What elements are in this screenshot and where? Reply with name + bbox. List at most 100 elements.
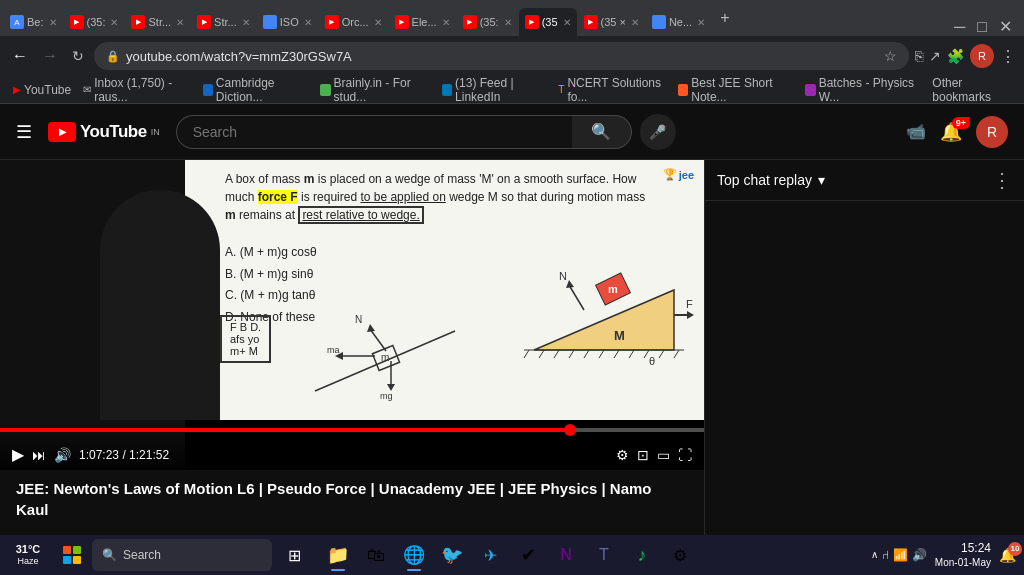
taskbar-search[interactable]: 🔍 Search	[92, 539, 272, 571]
taskbar-app-spotify[interactable]: ♪	[624, 537, 660, 573]
tab-favicon-8: ▶	[463, 15, 477, 29]
settings-button[interactable]: ⚙	[616, 447, 629, 463]
tab-4-close[interactable]: ✕	[242, 17, 250, 28]
yt-menu-button[interactable]: ☰	[16, 121, 32, 143]
taskbar-app-twitter[interactable]: 🐦	[434, 537, 470, 573]
yt-notifications[interactable]: 🔔 9+	[940, 121, 962, 143]
tab-2-close[interactable]: ✕	[110, 17, 118, 28]
yt-avatar[interactable]: R	[976, 116, 1008, 148]
profile-icon[interactable]: R	[970, 44, 994, 68]
tab-favicon-2: ▶	[70, 15, 84, 29]
bookmark-cambridge[interactable]: Cambridge Diction...	[198, 76, 314, 104]
svg-text:m: m	[608, 283, 618, 295]
bluetooth-icon[interactable]: ⑁	[882, 548, 889, 562]
fullscreen-button[interactable]: ⛶	[678, 447, 692, 463]
chat-more-button[interactable]: ⋮	[992, 170, 1012, 190]
notification-center-button[interactable]: 🔔 10	[999, 546, 1016, 564]
yt-logo[interactable]: ▶ YouTubeIN	[48, 122, 160, 142]
task-view-button[interactable]: ⊞	[276, 537, 312, 573]
tab-7-close[interactable]: ✕	[442, 17, 450, 28]
tab-1-label: Be:	[27, 16, 44, 28]
taskbar-app-chrome[interactable]: 🌐	[396, 537, 432, 573]
tab-5-close[interactable]: ✕	[304, 17, 312, 28]
tab-3[interactable]: ▶ Str... ✕	[125, 8, 190, 36]
share-icon[interactable]: ↗	[929, 48, 941, 64]
bookmark-other[interactable]: Other bookmarks	[927, 76, 1016, 104]
yt-create-button[interactable]: 📹	[906, 122, 926, 141]
yt-main-content: 🏆 jee A box of mass m is placed on a wed…	[0, 160, 1024, 535]
svg-marker-30	[387, 384, 395, 391]
minimize-button[interactable]: ─	[954, 18, 965, 36]
back-button[interactable]: ←	[8, 43, 32, 69]
bookmark-brainly[interactable]: Brainly.in - For stud...	[315, 76, 435, 104]
cast-icon[interactable]: ⎘	[915, 48, 923, 64]
tab-8-close[interactable]: ✕	[504, 17, 512, 28]
bookmark-youtube[interactable]: ▶ YouTube	[8, 81, 76, 99]
miniplayer-button[interactable]: ⊡	[637, 447, 649, 463]
chat-chevron-icon[interactable]: ▾	[818, 172, 825, 188]
bookmark-jee[interactable]: Best JEE Short Note...	[673, 76, 798, 104]
bookmark-ncert[interactable]: T NCERT Solutions fo...	[553, 76, 671, 104]
taskbar-app-telegram[interactable]: ✈	[472, 537, 508, 573]
tab-11[interactable]: Ne... ✕	[646, 8, 711, 36]
volume-icon[interactable]: 🔊	[912, 548, 927, 562]
wifi-icon[interactable]: 📶	[893, 548, 908, 562]
video-section: 🏆 jee A box of mass m is placed on a wed…	[0, 160, 704, 535]
yt-mic-button[interactable]: 🎤	[640, 114, 676, 150]
theater-button[interactable]: ▭	[657, 447, 670, 463]
tab-11-close[interactable]: ✕	[697, 17, 705, 28]
yt-search-input[interactable]	[176, 115, 572, 149]
tab-3-close[interactable]: ✕	[176, 17, 184, 28]
tab-6-label: Orc...	[342, 16, 369, 28]
tab-11-label: Ne...	[669, 16, 692, 28]
extensions-icon[interactable]: 🧩	[947, 48, 964, 64]
yt-favicon-bookmark: ▶	[13, 84, 21, 95]
tab-10-label: (35 ×	[601, 16, 626, 28]
bookmark-batches[interactable]: Batches - Physics W...	[800, 76, 925, 104]
tab-4[interactable]: ▶ Str... ✕	[191, 8, 256, 36]
taskbar-app-teams[interactable]: T	[586, 537, 622, 573]
start-button[interactable]	[56, 539, 88, 571]
bookmark-star-icon[interactable]: ☆	[884, 48, 897, 64]
tab-7[interactable]: ▶ Ele... ✕	[389, 8, 456, 36]
tab-active-close[interactable]: ✕	[563, 17, 571, 28]
url-display: youtube.com/watch?v=mmZ30rGSw7A	[126, 49, 352, 64]
taskbar-app-onenote[interactable]: N	[548, 537, 584, 573]
tab-8[interactable]: ▶ (35: ✕	[457, 8, 518, 36]
yt-search-button[interactable]: 🔍	[572, 115, 632, 149]
volume-button[interactable]: 🔊	[54, 447, 71, 463]
tab-5[interactable]: ISO ✕	[257, 8, 318, 36]
maximize-button[interactable]: □	[977, 18, 987, 36]
tab-7-label: Ele...	[412, 16, 437, 28]
tab-1[interactable]: A Be: ✕	[4, 8, 63, 36]
svg-line-21	[659, 350, 664, 358]
taskbar-app-explorer[interactable]: 📁	[320, 537, 356, 573]
forward-button[interactable]: →	[38, 43, 62, 69]
menu-icon[interactable]: ⋮	[1000, 47, 1016, 66]
next-button[interactable]: ⏭	[32, 447, 46, 463]
jee-icon	[678, 84, 688, 96]
tab-2[interactable]: ▶ (35: ✕	[64, 8, 125, 36]
taskbar-caret-icon[interactable]: ∧	[871, 549, 878, 560]
tab-10[interactable]: ▶ (35 × ✕	[578, 8, 645, 36]
tab-9-active[interactable]: ▶ (35 ✕	[519, 8, 577, 36]
taskbar-app-settings[interactable]: ⚙	[662, 537, 698, 573]
svg-text:M: M	[614, 328, 625, 343]
taskbar-app-store[interactable]: 🛍	[358, 537, 394, 573]
clock-display[interactable]: 15:24 Mon-01-May	[931, 540, 995, 571]
close-button[interactable]: ✕	[999, 17, 1012, 36]
bookmark-inbox[interactable]: ✉ Inbox (1,750) - raus...	[78, 76, 195, 104]
taskbar-app-todo[interactable]: ✔	[510, 537, 546, 573]
new-tab-button[interactable]: +	[712, 9, 737, 27]
yt-logo-icon: ▶	[48, 122, 76, 142]
address-bar[interactable]: 🔒 youtube.com/watch?v=mmZ30rGSw7A ☆	[94, 42, 909, 70]
bookmark-linkedin[interactable]: (13) Feed | LinkedIn	[437, 76, 551, 104]
tab-1-close[interactable]: ✕	[49, 17, 57, 28]
tab-6-close[interactable]: ✕	[374, 17, 382, 28]
play-button[interactable]: ▶	[12, 445, 24, 464]
tab-10-close[interactable]: ✕	[631, 17, 639, 28]
reload-button[interactable]: ↻	[68, 44, 88, 68]
svg-line-22	[674, 350, 679, 358]
tab-6[interactable]: ▶ Orc... ✕	[319, 8, 388, 36]
tab-favicon-5	[263, 15, 277, 29]
